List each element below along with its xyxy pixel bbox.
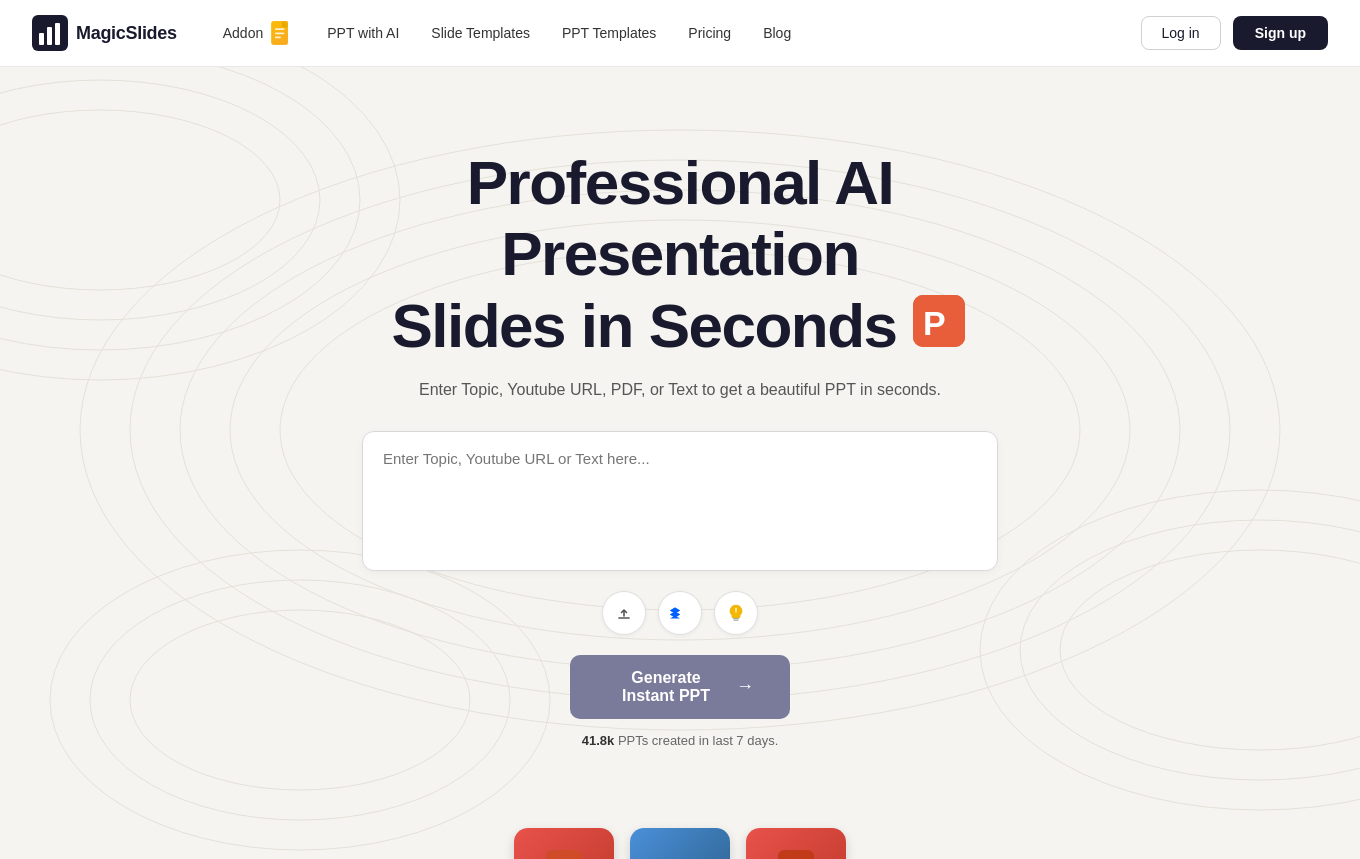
logo-link[interactable]: MagicSlides: [32, 15, 177, 51]
signup-button[interactable]: Sign up: [1233, 16, 1328, 50]
login-button[interactable]: Log in: [1141, 16, 1221, 50]
hero-title-line2: Slides in Seconds P: [300, 290, 1060, 361]
svg-rect-7: [275, 32, 284, 34]
nav-addon[interactable]: Addon: [209, 14, 309, 52]
generate-btn-label: Generate Instant PPT: [606, 669, 726, 705]
ideas-button[interactable]: [714, 591, 758, 635]
svg-rect-14: [734, 620, 739, 621]
nav-links: Addon PPT with AI: [209, 14, 1141, 52]
svg-text:Aa: Aa: [663, 853, 700, 859]
topic-input[interactable]: [362, 431, 998, 571]
feature-icons-row: PDF Aa P: [0, 788, 1360, 859]
lightbulb-icon: [726, 603, 746, 623]
icon-row: [602, 591, 758, 635]
powerpoint-icon: P: [909, 291, 969, 351]
arrow-icon: →: [736, 676, 754, 697]
addon-doc-icon: [269, 20, 295, 46]
hero-section: Professional AI Presentation Slides in S…: [0, 67, 1360, 788]
svg-rect-13: [733, 618, 739, 620]
feature-card-ppt: P: [746, 828, 846, 859]
logo-text: MagicSlides: [76, 23, 177, 44]
svg-text:P: P: [923, 304, 945, 342]
svg-rect-1: [39, 33, 44, 45]
ppt-emoji: P: [909, 291, 969, 360]
hero-subtitle: Enter Topic, Youtube URL, PDF, or Text t…: [419, 381, 941, 399]
hero-title-line1: Professional AI Presentation: [300, 147, 1060, 290]
generate-button[interactable]: Generate Instant PPT →: [570, 655, 790, 719]
nav-auth: Log in Sign up: [1141, 16, 1328, 50]
dropbox-icon: [670, 603, 690, 623]
dropbox-button[interactable]: [658, 591, 702, 635]
upload-icon: [614, 603, 634, 623]
nav-slide-templates[interactable]: Slide Templates: [417, 19, 544, 47]
stats-suffix: PPTs created in last 7 days.: [618, 733, 778, 748]
input-wrapper: [362, 431, 998, 575]
hero-title: Professional AI Presentation Slides in S…: [300, 147, 1060, 361]
svg-rect-8: [275, 37, 281, 39]
navbar: MagicSlides Addon: [0, 0, 1360, 67]
nav-ppt-ai[interactable]: PPT with AI: [313, 19, 413, 47]
logo-icon: [32, 15, 68, 51]
feature-card-font: Aa: [630, 828, 730, 859]
svg-rect-16: [546, 850, 582, 859]
svg-rect-6: [275, 28, 284, 30]
nav-ppt-templates[interactable]: PPT Templates: [548, 19, 670, 47]
svg-rect-3: [55, 23, 60, 45]
feature-card-pdf: PDF: [514, 828, 614, 859]
font-icon: Aa: [658, 846, 702, 859]
svg-rect-2: [47, 27, 52, 45]
stats-count: 41.8k: [582, 733, 615, 748]
upload-button[interactable]: [602, 591, 646, 635]
nav-blog[interactable]: Blog: [749, 19, 805, 47]
stats-text: 41.8k PPTs created in last 7 days.: [582, 733, 779, 748]
pdf-icon: PDF: [546, 850, 582, 859]
ppt-icon: P: [778, 850, 814, 859]
nav-pricing[interactable]: Pricing: [674, 19, 745, 47]
